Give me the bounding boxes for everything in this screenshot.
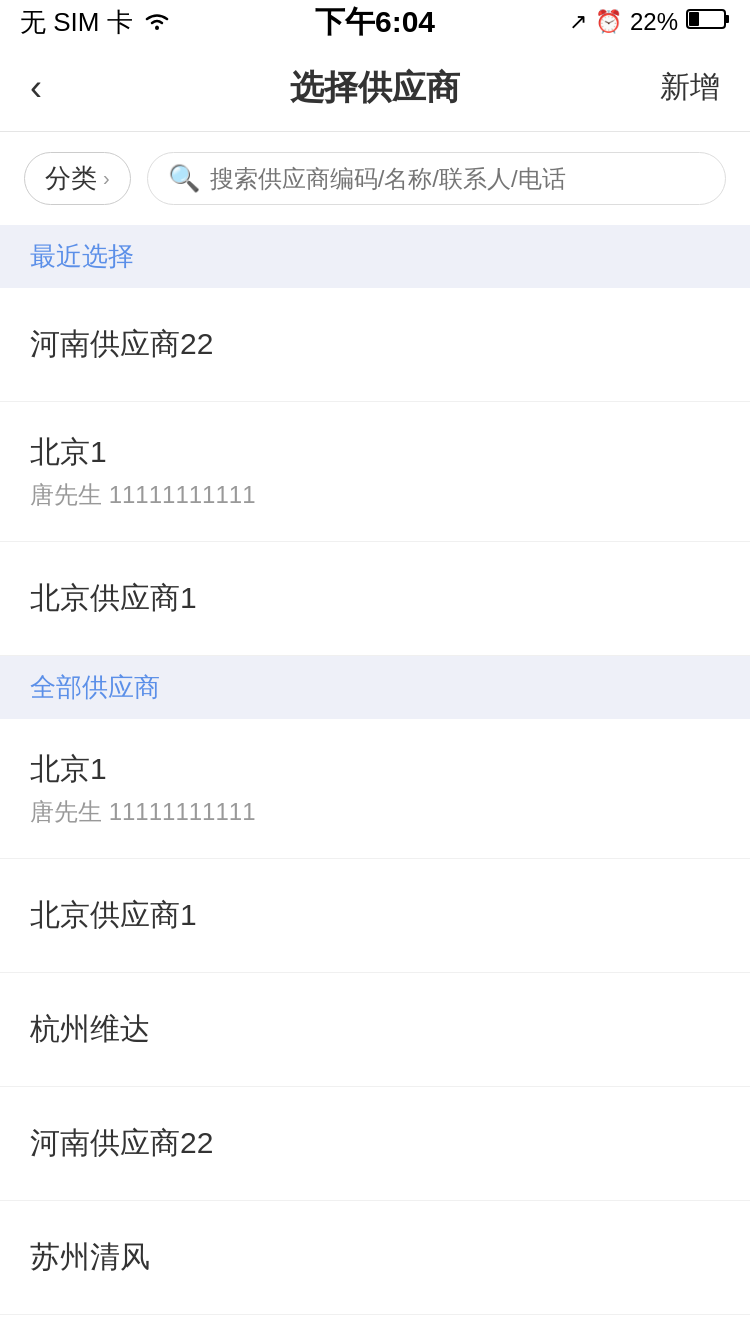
- status-time: 下午6:04: [315, 2, 435, 43]
- item-name: 苏州清风: [30, 1237, 720, 1278]
- search-icon: 🔍: [168, 163, 200, 194]
- svg-rect-3: [725, 15, 729, 23]
- item-name: 北京1: [30, 432, 720, 473]
- search-input[interactable]: [210, 165, 705, 193]
- status-right: ↗ ⏰ 22%: [569, 8, 730, 36]
- svg-rect-2: [689, 12, 699, 26]
- nav-bar: ‹ 选择供应商 新增: [0, 44, 750, 132]
- svg-point-0: [155, 26, 159, 30]
- back-button[interactable]: ‹: [30, 67, 110, 109]
- status-left: 无 SIM 卡: [20, 5, 171, 40]
- recent-section-header: 最近选择: [0, 225, 750, 288]
- category-label: 分类: [45, 161, 97, 196]
- chevron-right-icon: ›: [103, 167, 110, 190]
- list-item[interactable]: 杭州维达: [0, 973, 750, 1087]
- page-title: 选择供应商: [290, 65, 460, 111]
- location-icon: ↗: [569, 9, 587, 35]
- battery-icon: [686, 8, 730, 36]
- item-name: 杭州维达: [30, 1009, 720, 1050]
- filter-bar: 分类 › 🔍: [0, 132, 750, 225]
- item-name: 河南供应商22: [30, 1123, 720, 1164]
- recent-list: 河南供应商22 北京1 唐先生 11111111111 北京供应商1: [0, 288, 750, 656]
- list-item[interactable]: 河南供应商22: [0, 1087, 750, 1201]
- category-button[interactable]: 分类 ›: [24, 152, 131, 205]
- search-box[interactable]: 🔍: [147, 152, 726, 205]
- item-sub: 唐先生 11111111111: [30, 796, 720, 828]
- no-sim-text: 无 SIM 卡: [20, 5, 133, 40]
- add-button[interactable]: 新增: [640, 67, 720, 108]
- list-item[interactable]: 苏州清风: [0, 1201, 750, 1315]
- alarm-icon: ⏰: [595, 9, 622, 35]
- list-item[interactable]: 北京供应商1: [0, 542, 750, 656]
- list-item[interactable]: 河南供应商22: [0, 288, 750, 402]
- item-sub: 唐先生 11111111111: [30, 479, 720, 511]
- item-name: 北京1: [30, 749, 720, 790]
- status-bar: 无 SIM 卡 下午6:04 ↗ ⏰ 22%: [0, 0, 750, 44]
- item-name: 北京供应商1: [30, 895, 720, 936]
- all-section-header: 全部供应商: [0, 656, 750, 719]
- item-name: 河南供应商22: [30, 324, 720, 365]
- list-item[interactable]: 北京供应商1: [0, 859, 750, 973]
- wifi-icon: [143, 7, 171, 38]
- item-name: 北京供应商1: [30, 578, 720, 619]
- battery-text: 22%: [630, 8, 678, 36]
- all-list: 北京1 唐先生 11111111111 北京供应商1 杭州维达河南供应商22 苏州清风: [0, 719, 750, 1315]
- list-item[interactable]: 北京1 唐先生 11111111111: [0, 402, 750, 542]
- list-item[interactable]: 北京1 唐先生 11111111111: [0, 719, 750, 859]
